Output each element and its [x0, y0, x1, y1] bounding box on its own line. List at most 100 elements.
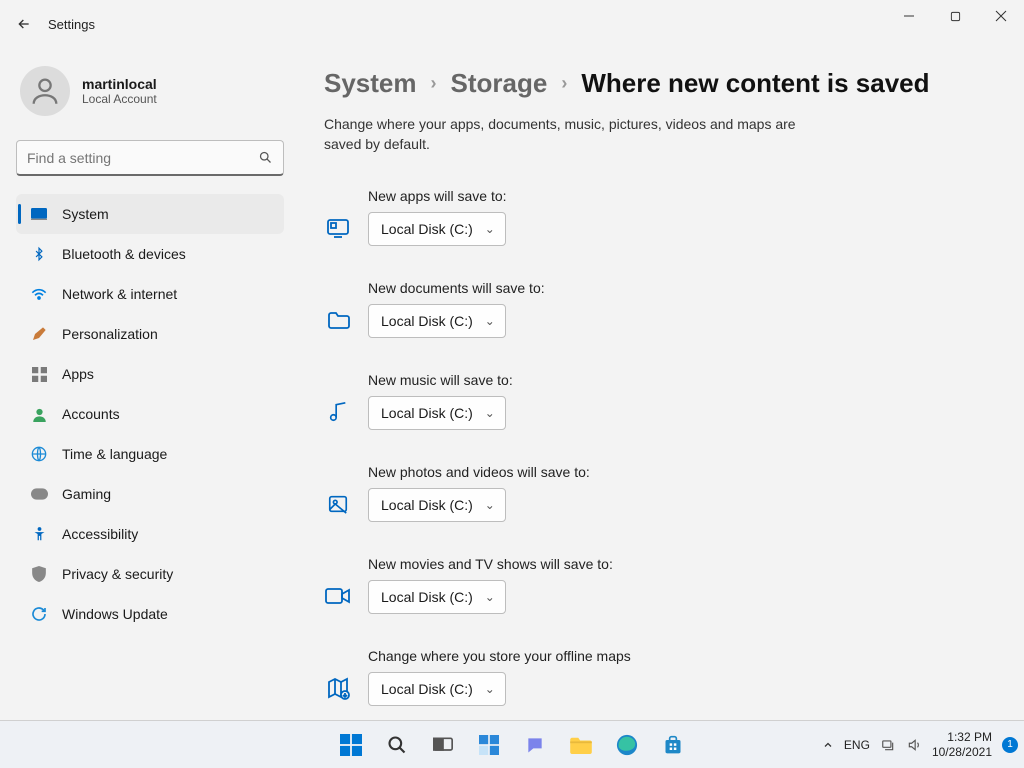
setting-apps: New apps will save to: Local Disk (C:) ⌄ — [324, 188, 994, 246]
dropdown-value: Local Disk (C:) — [381, 405, 473, 421]
chevron-down-icon: ⌄ — [485, 406, 495, 420]
nav-apps[interactable]: Apps — [16, 354, 284, 394]
nav-gaming[interactable]: Gaming — [16, 474, 284, 514]
nav-system[interactable]: System — [16, 194, 284, 234]
chevron-down-icon: ⌄ — [485, 222, 495, 236]
system-tray: ENG 1:32 PM 10/28/2021 1 — [822, 721, 1018, 768]
nav-accounts[interactable]: Accounts — [16, 394, 284, 434]
tray-network-icon[interactable] — [880, 738, 896, 752]
breadcrumb-storage[interactable]: Storage — [451, 68, 548, 99]
setting-label: New music will save to: — [368, 372, 513, 388]
wifi-icon — [30, 287, 48, 301]
nav-label: Gaming — [62, 486, 111, 502]
maximize-button[interactable] — [932, 0, 978, 32]
globe-icon — [30, 446, 48, 462]
setting-label: New movies and TV shows will save to: — [368, 556, 613, 572]
video-save-icon — [324, 582, 352, 610]
system-icon — [30, 208, 48, 220]
nav-network[interactable]: Network & internet — [16, 274, 284, 314]
search-field[interactable] — [27, 150, 258, 166]
movies-location-dropdown[interactable]: Local Disk (C:) ⌄ — [368, 580, 506, 614]
nav-privacy[interactable]: Privacy & security — [16, 554, 284, 594]
dropdown-value: Local Disk (C:) — [381, 313, 473, 329]
nav-label: Apps — [62, 366, 94, 382]
breadcrumb: System › Storage › Where new content is … — [324, 68, 994, 99]
tray-language[interactable]: ENG — [844, 738, 870, 752]
setting-music: New music will save to: Local Disk (C:) … — [324, 372, 994, 430]
close-button[interactable] — [978, 0, 1024, 32]
task-view[interactable] — [424, 726, 462, 764]
chevron-down-icon: ⌄ — [485, 498, 495, 512]
setting-photos: New photos and videos will save to: Loca… — [324, 464, 994, 522]
update-icon — [30, 606, 48, 622]
back-button[interactable] — [0, 16, 48, 32]
page-title: Where new content is saved — [581, 68, 929, 99]
nav-label: Privacy & security — [62, 566, 173, 582]
photos-location-dropdown[interactable]: Local Disk (C:) ⌄ — [368, 488, 506, 522]
search-input[interactable] — [16, 140, 284, 176]
tray-volume-icon[interactable] — [906, 738, 922, 752]
edge-button[interactable] — [608, 726, 646, 764]
nav-label: Time & language — [62, 446, 167, 462]
titlebar: Settings — [0, 0, 1024, 48]
nav-accessibility[interactable]: Accessibility — [16, 514, 284, 554]
setting-label: New photos and videos will save to: — [368, 464, 590, 480]
apps-location-dropdown[interactable]: Local Disk (C:) ⌄ — [368, 212, 506, 246]
apps-save-icon — [324, 214, 352, 242]
breadcrumb-system[interactable]: System — [324, 68, 417, 99]
tray-time: 1:32 PM — [932, 730, 992, 744]
setting-label: New apps will save to: — [368, 188, 507, 204]
tray-clock[interactable]: 1:32 PM 10/28/2021 — [932, 730, 992, 759]
dropdown-value: Local Disk (C:) — [381, 221, 473, 237]
explorer-button[interactable] — [562, 726, 600, 764]
nav-update[interactable]: Windows Update — [16, 594, 284, 634]
nav-label: Accounts — [62, 406, 120, 422]
search-icon — [258, 150, 273, 165]
music-save-icon — [324, 398, 352, 426]
notification-badge[interactable]: 1 — [1002, 737, 1018, 753]
person-icon — [30, 407, 48, 422]
nav-label: Personalization — [62, 326, 158, 342]
nav-label: Bluetooth & devices — [62, 246, 186, 262]
user-name: martinlocal — [82, 76, 157, 92]
setting-documents: New documents will save to: Local Disk (… — [324, 280, 994, 338]
sidebar: martinlocal Local Account System Bluetoo… — [0, 48, 300, 720]
bluetooth-icon — [30, 246, 48, 262]
accessibility-icon — [30, 526, 48, 542]
user-block[interactable]: martinlocal Local Account — [0, 60, 300, 134]
setting-maps: Change where you store your offline maps… — [324, 648, 994, 706]
documents-location-dropdown[interactable]: Local Disk (C:) ⌄ — [368, 304, 506, 338]
maps-location-dropdown[interactable]: Local Disk (C:) ⌄ — [368, 672, 506, 706]
music-location-dropdown[interactable]: Local Disk (C:) ⌄ — [368, 396, 506, 430]
nav-label: Accessibility — [62, 526, 138, 542]
chevron-down-icon: ⌄ — [485, 590, 495, 604]
start-button[interactable] — [332, 726, 370, 764]
documents-save-icon — [324, 306, 352, 334]
nav-label: Windows Update — [62, 606, 168, 622]
store-button[interactable] — [654, 726, 692, 764]
tray-date: 10/28/2021 — [932, 745, 992, 759]
dropdown-value: Local Disk (C:) — [381, 589, 473, 605]
photo-save-icon — [324, 490, 352, 518]
minimize-button[interactable] — [886, 0, 932, 32]
avatar — [20, 66, 70, 116]
tray-chevron[interactable] — [822, 739, 834, 751]
main-content: System › Storage › Where new content is … — [300, 48, 1024, 720]
chat-button[interactable] — [516, 726, 554, 764]
chevron-down-icon: ⌄ — [485, 682, 495, 696]
chevron-right-icon: › — [431, 73, 437, 94]
taskbar-search[interactable] — [378, 726, 416, 764]
nav-label: Network & internet — [62, 286, 177, 302]
apps-icon — [30, 367, 48, 382]
map-save-icon — [324, 674, 352, 702]
nav-time[interactable]: Time & language — [16, 434, 284, 474]
setting-label: New documents will save to: — [368, 280, 545, 296]
nav-bluetooth[interactable]: Bluetooth & devices — [16, 234, 284, 274]
nav-label: System — [62, 206, 109, 222]
user-type: Local Account — [82, 92, 157, 106]
gamepad-icon — [30, 488, 48, 500]
nav-personalization[interactable]: Personalization — [16, 314, 284, 354]
widgets-button[interactable] — [470, 726, 508, 764]
page-description: Change where your apps, documents, music… — [324, 115, 824, 154]
chevron-down-icon: ⌄ — [485, 314, 495, 328]
